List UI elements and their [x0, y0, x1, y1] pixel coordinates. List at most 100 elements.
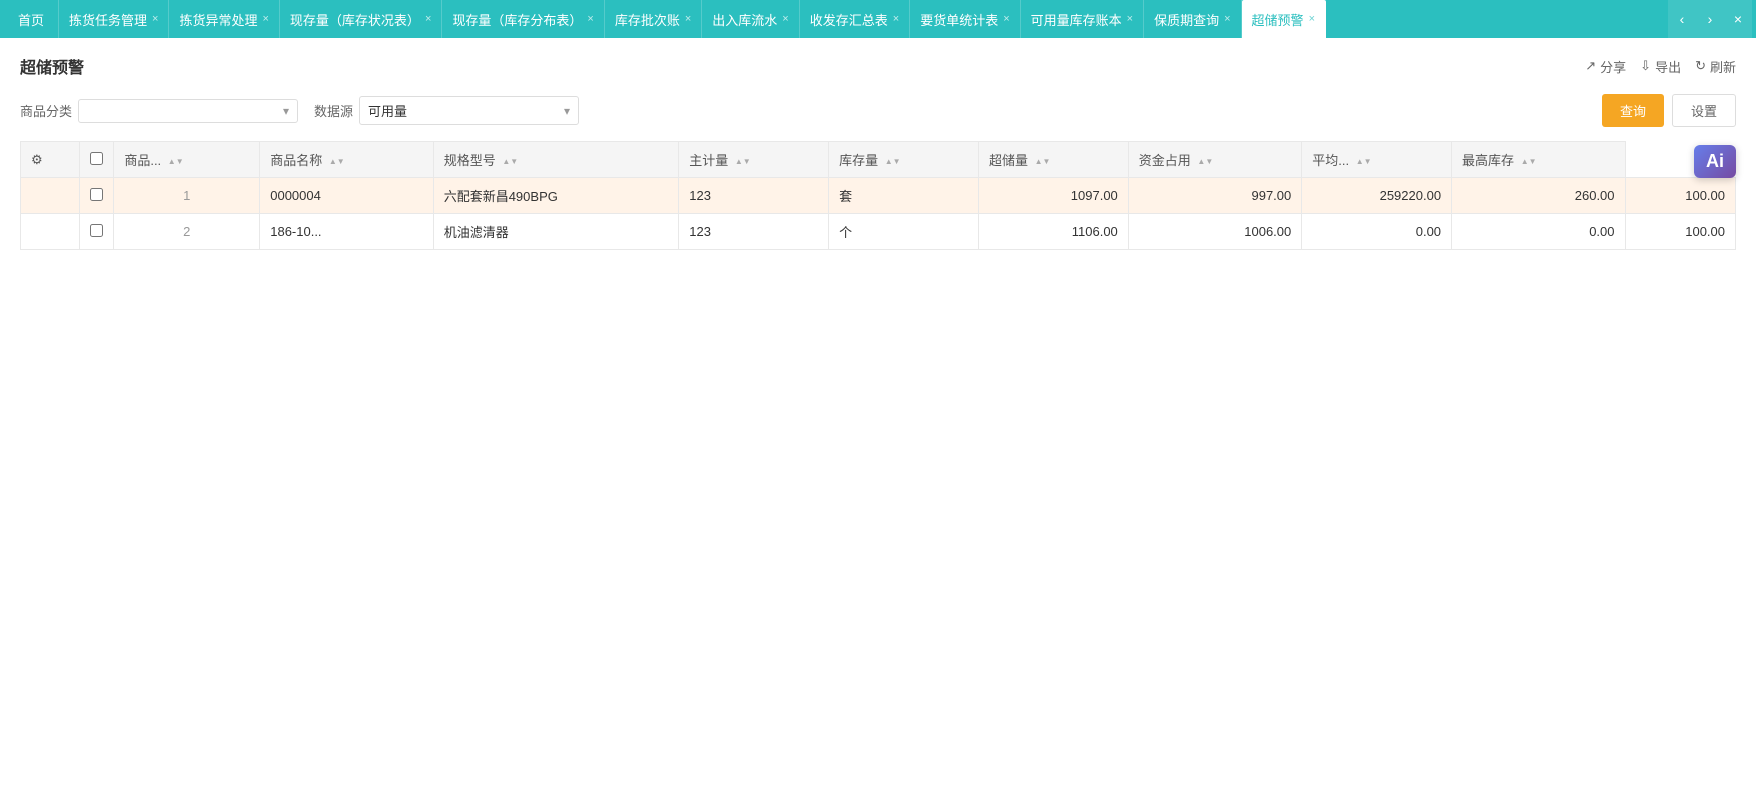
th-checkbox[interactable]	[80, 142, 114, 178]
row-stock: 1097.00	[978, 178, 1128, 214]
row-checkbox[interactable]	[90, 188, 103, 201]
row-unit: 个	[829, 214, 979, 250]
row-spec: 123	[679, 214, 829, 250]
settings-icon: ⚙	[31, 152, 43, 167]
row-stock: 1106.00	[978, 214, 1128, 250]
row-num: 2	[114, 214, 260, 250]
sort-capital-icon: ▲▼	[1197, 158, 1213, 166]
row-name: 机油滤清器	[433, 214, 679, 250]
nav-tab-6[interactable]: 出入库流水 ×	[702, 0, 799, 38]
data-table: ⚙ 商品... ▲▼ 商品名称 ▲▼ 规格型号 ▲▼ 主计	[20, 141, 1736, 250]
row-spec: 123	[679, 178, 829, 214]
row-capital: 0.00	[1302, 214, 1452, 250]
page-title: 超储预警	[20, 54, 84, 78]
nav-prev-btn[interactable]: ‹	[1668, 0, 1696, 38]
select-all-checkbox[interactable]	[90, 152, 103, 165]
close-tab-9[interactable]: ×	[1127, 13, 1133, 25]
sort-avg-icon: ▲▼	[1356, 158, 1372, 166]
row-max: 100.00	[1625, 214, 1735, 250]
row-capital: 259220.00	[1302, 178, 1452, 214]
sort-unit-icon: ▲▼	[735, 158, 751, 166]
th-stock[interactable]: 库存量 ▲▼	[829, 142, 979, 178]
nav-tab-2[interactable]: 拣货异常处理 ×	[169, 0, 279, 38]
nav-arrows: ‹ › ×	[1668, 0, 1752, 38]
ai-badge[interactable]: Ai	[1694, 145, 1736, 178]
row-max: 100.00	[1625, 178, 1735, 214]
table-row: 1 0000004 六配套新昌490BPG 123 套 1097.00 997.…	[21, 178, 1736, 214]
table-row: 2 186-10... 机油滤清器 123 个 1106.00 1006.00 …	[21, 214, 1736, 250]
nav-home[interactable]: 首页	[4, 0, 59, 38]
nav-tab-active[interactable]: 超储预警 ×	[1242, 0, 1326, 38]
close-tab-8[interactable]: ×	[1003, 13, 1009, 25]
row-checkbox[interactable]	[90, 224, 103, 237]
datasource-label: 数据源	[314, 101, 353, 120]
row-checkbox-cell[interactable]	[80, 214, 114, 250]
close-tab-3[interactable]: ×	[425, 13, 431, 25]
nav-tab-10[interactable]: 保质期查询 ×	[1144, 0, 1241, 38]
nav-close-btn[interactable]: ×	[1724, 0, 1752, 38]
header-actions: ↗ 分享 ⇩ 导出 ↻ 刷新	[1585, 57, 1736, 76]
share-icon: ↗	[1585, 58, 1596, 74]
sort-overstock-icon: ▲▼	[1035, 158, 1051, 166]
datasource-select[interactable]: 可用量 ▾	[359, 96, 579, 125]
sort-code-icon: ▲▼	[168, 158, 184, 166]
close-tab-6[interactable]: ×	[782, 13, 788, 25]
category-chevron-icon: ▾	[283, 104, 289, 118]
sort-spec-icon: ▲▼	[502, 158, 518, 166]
th-avg[interactable]: 平均... ▲▼	[1302, 142, 1452, 178]
close-tab-5[interactable]: ×	[685, 13, 691, 25]
refresh-button[interactable]: ↻ 刷新	[1695, 57, 1736, 76]
share-button[interactable]: ↗ 分享	[1585, 57, 1626, 76]
row-code: 186-10...	[260, 214, 433, 250]
close-tab-10[interactable]: ×	[1224, 13, 1230, 25]
row-overstock: 1006.00	[1128, 214, 1301, 250]
row-settings-cell	[21, 214, 80, 250]
nav-tab-9[interactable]: 可用量库存账本 ×	[1021, 0, 1144, 38]
close-tab-active[interactable]: ×	[1309, 13, 1315, 25]
filter-buttons: 查询 设置	[1602, 94, 1736, 127]
filter-category: 商品分类 ▾	[20, 99, 298, 123]
nav-tab-8[interactable]: 要货单统计表 ×	[910, 0, 1020, 38]
row-code: 0000004	[260, 178, 433, 214]
row-name: 六配套新昌490BPG	[433, 178, 679, 214]
filter-bar: 商品分类 ▾ 数据源 可用量 ▾ 查询 设置	[20, 94, 1736, 127]
nav-tab-1[interactable]: 拣货任务管理 ×	[59, 0, 169, 38]
close-tab-2[interactable]: ×	[262, 13, 268, 25]
close-tab-1[interactable]: ×	[152, 13, 158, 25]
row-overstock: 997.00	[1128, 178, 1301, 214]
table-header-row: ⚙ 商品... ▲▼ 商品名称 ▲▼ 规格型号 ▲▼ 主计	[21, 142, 1736, 178]
th-capital[interactable]: 资金占用 ▲▼	[1128, 142, 1301, 178]
th-unit[interactable]: 主计量 ▲▼	[679, 142, 829, 178]
export-icon: ⇩	[1640, 58, 1651, 74]
nav-next-btn[interactable]: ›	[1696, 0, 1724, 38]
page-content: 超储预警 ↗ 分享 ⇩ 导出 ↻ 刷新 商品分类 ▾ 数据源	[0, 38, 1756, 266]
settings-button[interactable]: 设置	[1672, 94, 1736, 127]
row-unit: 套	[829, 178, 979, 214]
nav-tab-7[interactable]: 收发存汇总表 ×	[800, 0, 910, 38]
close-tab-4[interactable]: ×	[587, 13, 593, 25]
row-settings-cell	[21, 178, 80, 214]
category-label: 商品分类	[20, 101, 72, 120]
th-settings[interactable]: ⚙	[21, 142, 80, 178]
close-tab-7[interactable]: ×	[893, 13, 899, 25]
th-spec[interactable]: 规格型号 ▲▼	[433, 142, 679, 178]
row-num: 1	[114, 178, 260, 214]
sort-name-icon: ▲▼	[329, 158, 345, 166]
row-avg: 260.00	[1452, 178, 1625, 214]
export-button[interactable]: ⇩ 导出	[1640, 57, 1681, 76]
th-name[interactable]: 商品名称 ▲▼	[260, 142, 433, 178]
th-overstock[interactable]: 超储量 ▲▼	[978, 142, 1128, 178]
nav-tab-3[interactable]: 现存量（库存状况表） ×	[280, 0, 442, 38]
category-select[interactable]: ▾	[78, 99, 298, 123]
page-header: 超储预警 ↗ 分享 ⇩ 导出 ↻ 刷新	[20, 54, 1736, 78]
th-code[interactable]: 商品... ▲▼	[114, 142, 260, 178]
datasource-chevron-icon: ▾	[564, 104, 570, 118]
row-checkbox-cell[interactable]	[80, 178, 114, 214]
refresh-icon: ↻	[1695, 58, 1706, 74]
row-avg: 0.00	[1452, 214, 1625, 250]
nav-tab-5[interactable]: 库存批次账 ×	[605, 0, 702, 38]
th-max[interactable]: 最高库存 ▲▼	[1452, 142, 1625, 178]
sort-max-icon: ▲▼	[1521, 158, 1537, 166]
nav-tab-4[interactable]: 现存量（库存分布表） ×	[442, 0, 604, 38]
query-button[interactable]: 查询	[1602, 94, 1664, 127]
